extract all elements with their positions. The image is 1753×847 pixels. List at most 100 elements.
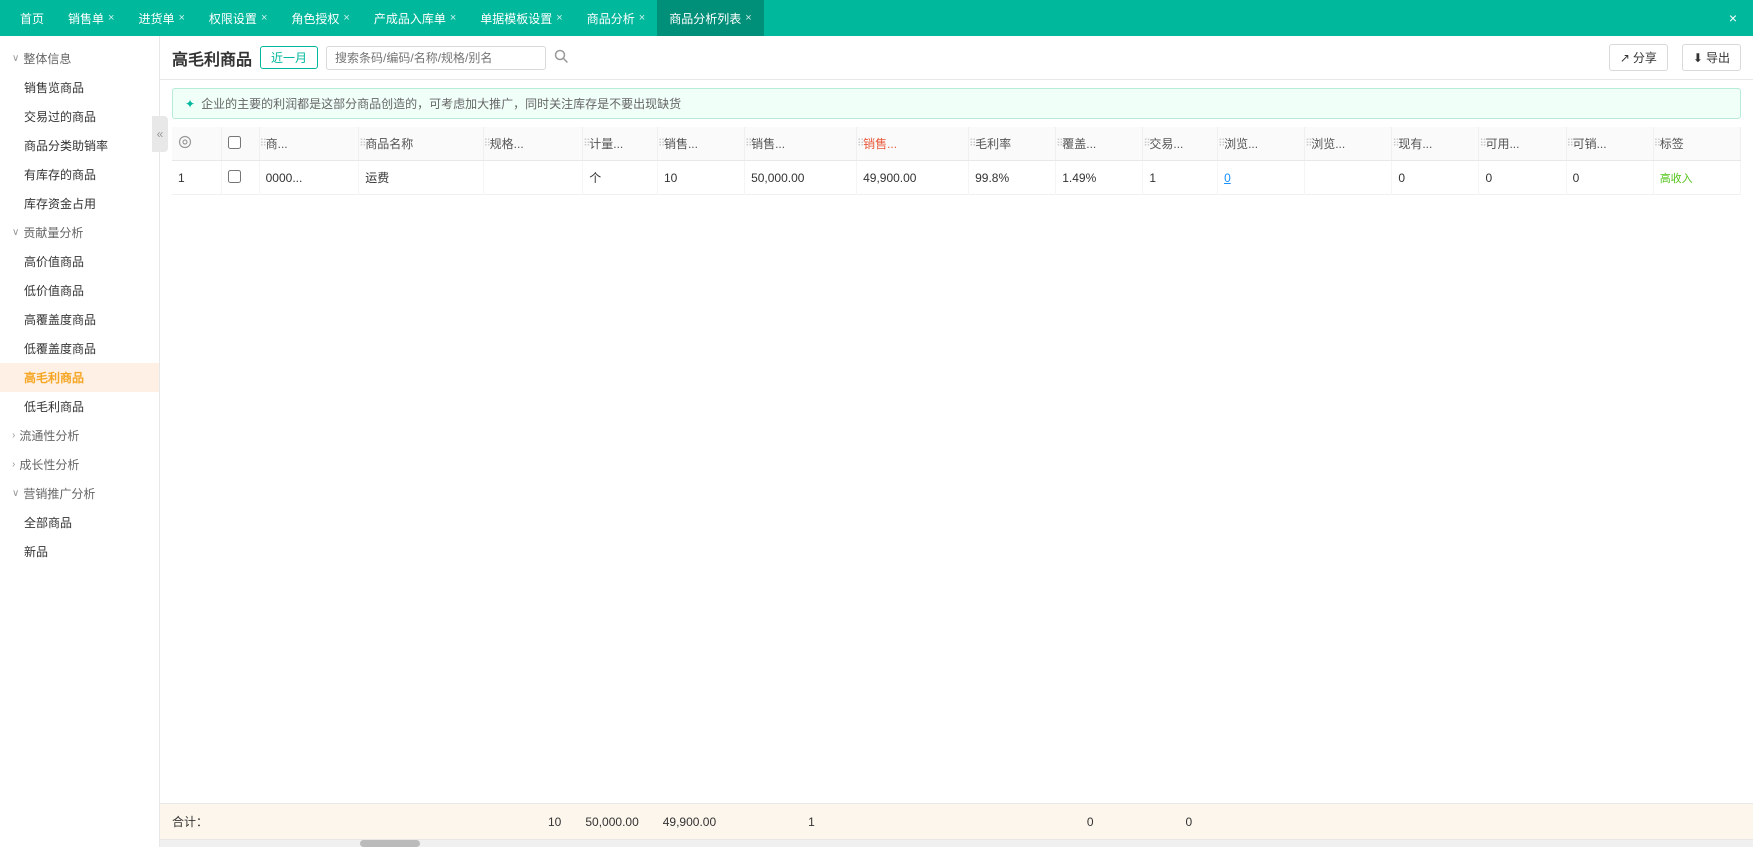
col-name[interactable]: ⠿ 商品名称 xyxy=(359,127,483,161)
date-filter-btn[interactable]: 近一月 xyxy=(260,46,318,69)
cell-gross-rate: 99.8% xyxy=(969,161,1056,195)
close-product-analysis-list[interactable]: × xyxy=(745,12,751,24)
footer-sales-amount: 50,000.00 xyxy=(579,815,644,829)
sidebar-group-contribution[interactable]: ∨ 贡献量分析 xyxy=(0,218,159,247)
close-role-auth[interactable]: × xyxy=(343,12,349,24)
sidebar-group-marketing[interactable]: ∨ 营销推广分析 xyxy=(0,479,159,508)
cell-tag: 高收入 xyxy=(1653,161,1740,195)
sidebar-group-liquidity[interactable]: › 流通性分析 xyxy=(0,421,159,450)
col-spec[interactable]: ⠿ 规格... xyxy=(483,127,583,161)
sidebar-item-low-value[interactable]: 低价值商品 xyxy=(0,276,159,305)
table-container: ⠿ 商... ⠿ 商品名称 ⠿ 规格... ⠿ xyxy=(160,127,1753,803)
col-settings[interactable] xyxy=(172,127,222,161)
export-button[interactable]: ⬇ 导出 xyxy=(1682,44,1741,71)
col-sales-profit[interactable]: ⠿ 销售... xyxy=(857,127,969,161)
cell-qty: 10 xyxy=(657,161,744,195)
sidebar-item-all-goods[interactable]: 全部商品 xyxy=(0,508,159,537)
sidebar-group-overall[interactable]: ∨ 整体信息 xyxy=(0,44,159,73)
nav-permission[interactable]: 权限设置 × xyxy=(197,0,279,36)
main-area: « ∨ 整体信息 销售览商品 交易过的商品 商品分类助销率 有库存的商品 库存资… xyxy=(0,36,1753,847)
bottom-scrollbar[interactable] xyxy=(160,839,1753,847)
close-permission[interactable]: × xyxy=(261,12,267,24)
sidebar-item-high-value[interactable]: 高价值商品 xyxy=(0,247,159,276)
col-code[interactable]: ⠿ 商... xyxy=(259,127,359,161)
cell-browse1[interactable]: 0 xyxy=(1218,161,1305,195)
sidebar-item-sales-goods[interactable]: 销售览商品 xyxy=(0,73,159,102)
cell-sales-profit: 49,900.00 xyxy=(857,161,969,195)
export-icon: ⬇ xyxy=(1693,51,1703,65)
select-all-checkbox[interactable] xyxy=(228,136,241,149)
share-button[interactable]: ↗ 分享 xyxy=(1609,44,1668,71)
nav-product-in[interactable]: 产成品入库单 × xyxy=(362,0,468,36)
cell-index: 1 xyxy=(172,161,222,195)
sidebar-item-high-coverage[interactable]: 高覆盖度商品 xyxy=(0,305,159,334)
col-trade-count[interactable]: ⠿ 交易... xyxy=(1143,127,1218,161)
footer-values: 10 50,000.00 49,900.00 1 0 0 xyxy=(252,815,1741,829)
sidebar-item-category-rate[interactable]: 商品分类助销率 xyxy=(0,131,159,160)
sidebar-item-low-margin[interactable]: 低毛利商品 xyxy=(0,392,159,421)
sidebar-item-stock-capital[interactable]: 库存资金占用 xyxy=(0,189,159,218)
sidebar-item-high-margin[interactable]: 高毛利商品 xyxy=(0,363,159,392)
cell-spec xyxy=(483,161,583,195)
sidebar-item-in-stock[interactable]: 有库存的商品 xyxy=(0,160,159,189)
footer-label: 合计： xyxy=(172,813,252,830)
nav-product-analysis-list[interactable]: 商品分析列表 × xyxy=(657,0,763,36)
close-purchase-order[interactable]: × xyxy=(178,12,184,24)
col-sale-stock[interactable]: ⠿ 可销... xyxy=(1566,127,1653,161)
close-product-in[interactable]: × xyxy=(450,12,456,24)
sidebar-collapse-btn[interactable]: « xyxy=(152,116,168,152)
cell-trade-count: 1 xyxy=(1143,161,1218,195)
arrow-growth: › xyxy=(12,459,15,470)
footer-trade-count: 1 xyxy=(802,815,821,829)
nav-role-auth[interactable]: 角色授权 × xyxy=(279,0,361,36)
cell-cover-rate: 1.49% xyxy=(1056,161,1143,195)
col-unit[interactable]: ⠿ 计量... xyxy=(583,127,658,161)
content-header: 高毛利商品 近一月 ↗ 分享 ⬇ 导出 xyxy=(160,36,1753,80)
cell-browse2 xyxy=(1305,161,1392,195)
close-product-analysis[interactable]: × xyxy=(639,12,645,24)
cell-code: 0000... xyxy=(259,161,359,195)
nav-sales-order[interactable]: 销售单 × xyxy=(56,0,126,36)
col-browse1[interactable]: ⠿ 浏览... xyxy=(1218,127,1305,161)
col-qty[interactable]: ⠿ 销售... xyxy=(657,127,744,161)
search-button[interactable] xyxy=(554,49,568,66)
footer-sales-profit: 49,900.00 xyxy=(657,815,722,829)
col-browse2[interactable]: ⠿ 浏览... xyxy=(1305,127,1392,161)
content-panel: 高毛利商品 近一月 ↗ 分享 ⬇ 导出 ✦ 企业的主要的利润都是这部分商品创 xyxy=(160,36,1753,847)
col-tag[interactable]: ⠿ 标签 xyxy=(1653,127,1740,161)
col-sales-amount[interactable]: ⠿ 销售... xyxy=(745,127,857,161)
cell-current-stock: 0 xyxy=(1392,161,1479,195)
nav-template[interactable]: 单据模板设置 × xyxy=(468,0,574,36)
cell-checkbox[interactable] xyxy=(222,161,259,195)
cell-sales-amount: 50,000.00 xyxy=(745,161,857,195)
nav-purchase-order[interactable]: 进货单 × xyxy=(126,0,196,36)
share-icon: ↗ xyxy=(1620,51,1630,65)
col-avail-stock[interactable]: ⠿ 可用... xyxy=(1479,127,1566,161)
data-table: ⠿ 商... ⠿ 商品名称 ⠿ 规格... ⠿ xyxy=(172,127,1741,195)
row-checkbox[interactable] xyxy=(228,170,241,183)
arrow-liquidity: › xyxy=(12,430,15,441)
sidebar-item-new-goods[interactable]: 新品 xyxy=(0,537,159,566)
close-all-tabs[interactable]: × xyxy=(1721,10,1745,26)
info-icon: ✦ xyxy=(185,97,195,111)
cell-avail-stock: 0 xyxy=(1479,161,1566,195)
col-gross-rate[interactable]: ⠿ 毛利率 xyxy=(969,127,1056,161)
footer-sale-stock: 0 xyxy=(1180,815,1199,829)
arrow-overall: ∨ xyxy=(12,53,19,64)
sidebar-group-growth[interactable]: › 成长性分析 xyxy=(0,450,159,479)
close-template[interactable]: × xyxy=(556,12,562,24)
nav-home[interactable]: 首页 xyxy=(8,0,56,36)
col-cover-rate[interactable]: ⠿ 覆盖... xyxy=(1056,127,1143,161)
cell-unit: 个 xyxy=(583,161,658,195)
search-input[interactable] xyxy=(326,46,546,70)
arrow-marketing: ∨ xyxy=(12,488,19,499)
sidebar-item-low-coverage[interactable]: 低覆盖度商品 xyxy=(0,334,159,363)
col-checkbox[interactable] xyxy=(222,127,259,161)
sidebar-item-traded-goods[interactable]: 交易过的商品 xyxy=(0,102,159,131)
arrow-contribution: ∨ xyxy=(12,227,19,238)
footer-totals: 合计： 10 50,000.00 49,900.00 1 0 0 xyxy=(160,803,1753,839)
table-row: 1 0000... 运费 个 10 50,000.00 49,900.00 99… xyxy=(172,161,1741,195)
col-current-stock[interactable]: ⠿ 现有... xyxy=(1392,127,1479,161)
close-sales-order[interactable]: × xyxy=(108,12,114,24)
nav-product-analysis[interactable]: 商品分析 × xyxy=(575,0,657,36)
